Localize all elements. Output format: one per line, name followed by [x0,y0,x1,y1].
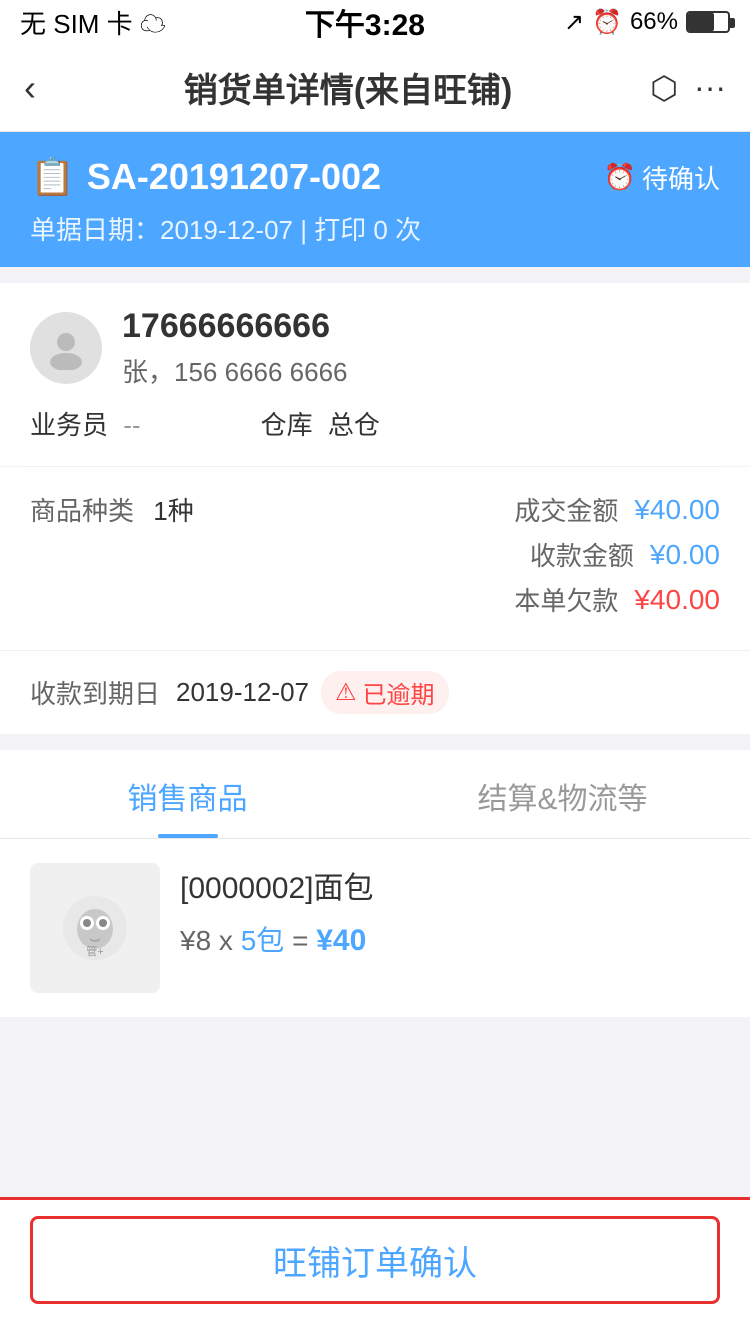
svg-text:管+: 管+ [86,944,103,958]
product-name: [0000002]面包 [180,863,720,907]
product-total: ¥40 [316,924,366,957]
transaction-row: 成交金额 ¥40.00 [514,491,720,528]
tab-products[interactable]: 销售商品 [0,750,375,838]
order-status: ⏰ 待确认 [604,159,720,196]
due-date-section: 收款到期日 2019-12-07 ⚠ 已逾期 [0,650,750,734]
nav-bar: ‹ 销货单详情(来自旺铺) ⬡ ··· [0,44,750,132]
product-image: 管+ [30,863,160,993]
status-text: 待确认 [642,159,720,196]
status-left: 无 SIM 卡 ☁ [20,4,166,41]
more-icon[interactable]: ··· [694,69,726,106]
status-bar: 无 SIM 卡 ☁ 下午3:28 ↗ ⏰ 66% [0,0,750,44]
battery-icon [686,11,730,33]
order-id: 📋 SA-20191207-002 [30,156,381,198]
financial-left: 商品种类 1种 [30,491,194,528]
order-id-row: 📋 SA-20191207-002 ⏰ 待确认 [30,156,720,198]
payment-value: ¥0.00 [650,539,720,571]
confirm-order-button[interactable]: 旺铺订单确认 [30,1216,720,1304]
salesperson-label: 业务员 [30,410,108,440]
equals-sign: = [292,925,316,956]
due-date-value: 2019-12-07 [176,677,309,708]
overdue-text: 已逾期 [363,675,435,710]
tabs-section: 销售商品 结算&物流等 [0,750,750,839]
product-types-label: 商品种类 [30,496,134,526]
tab-settlement[interactable]: 结算&物流等 [375,750,750,838]
product-info: [0000002]面包 ¥8 x 5包 = ¥40 [180,863,720,993]
avatar [30,312,102,384]
alarm-icon: ⏰ [592,8,622,37]
page-title: 销货单详情(来自旺铺) [46,63,650,112]
overdue-badge: ⚠ 已逾期 [321,671,449,714]
balance-label: 本单欠款 [514,581,618,618]
customer-meta: 业务员 -- 仓库 总仓 [30,405,720,442]
customer-info: 17666666666 张，156 6666 6666 [122,307,720,389]
order-header: 📋 SA-20191207-002 ⏰ 待确认 单据日期：2019-12-07 … [0,132,750,267]
bottom-spacer [0,1017,750,1177]
status-time: 下午3:28 [305,0,425,44]
back-button[interactable]: ‹ [14,57,46,119]
salesperson-value: -- [123,410,140,440]
transaction-value: ¥40.00 [634,494,720,526]
transaction-label: 成交金额 [514,491,618,528]
warehouse-label: 仓库 [261,410,313,440]
status-icon: ⏰ [604,162,636,193]
salesperson-field: 业务员 -- [30,405,141,442]
order-icon: 📋 [30,156,75,198]
financial-right: 成交金额 ¥40.00 收款金额 ¥0.00 本单欠款 ¥40.00 [514,491,720,626]
payment-label: 收款金额 [530,536,634,573]
battery-text: 66% [630,8,678,36]
financial-section: 商品种类 1种 成交金额 ¥40.00 收款金额 ¥0.00 本单欠款 ¥40.… [0,467,750,650]
nav-actions: ⬡ ··· [650,69,726,107]
balance-value: ¥40.00 [634,584,720,616]
order-date: 单据日期：2019-12-07 | 打印 0 次 [30,210,720,247]
customer-phone: 17666666666 [122,307,720,346]
due-date-label: 收款到期日 [30,674,160,711]
price-formula: ¥8 x [180,925,233,956]
product-types-value: 1种 [153,496,193,526]
warehouse-field: 仓库 总仓 [261,405,380,442]
bottom-button-wrap: 旺铺订单确认 [0,1197,750,1334]
status-right: ↗ ⏰ 66% [564,8,730,37]
product-qty: 5包 [241,925,285,956]
customer-section: 17666666666 张，156 6666 6666 业务员 -- 仓库 总仓 [0,283,750,466]
location-icon: ↗ [564,8,584,37]
share-icon[interactable]: ⬡ [650,69,678,107]
customer-row: 17666666666 张，156 6666 6666 [30,307,720,389]
balance-row: 本单欠款 ¥40.00 [514,581,720,618]
payment-row: 收款金额 ¥0.00 [514,536,720,573]
sim-wifi-text: 无 SIM 卡 ☁ [20,4,166,41]
product-price: ¥8 x 5包 = ¥40 [180,919,720,959]
warehouse-value: 总仓 [328,410,380,440]
product-item: 管+ [0000002]面包 ¥8 x 5包 = ¥40 [0,839,750,1017]
customer-name: 张，156 6666 6666 [122,352,720,389]
overdue-icon: ⚠ [335,678,357,707]
